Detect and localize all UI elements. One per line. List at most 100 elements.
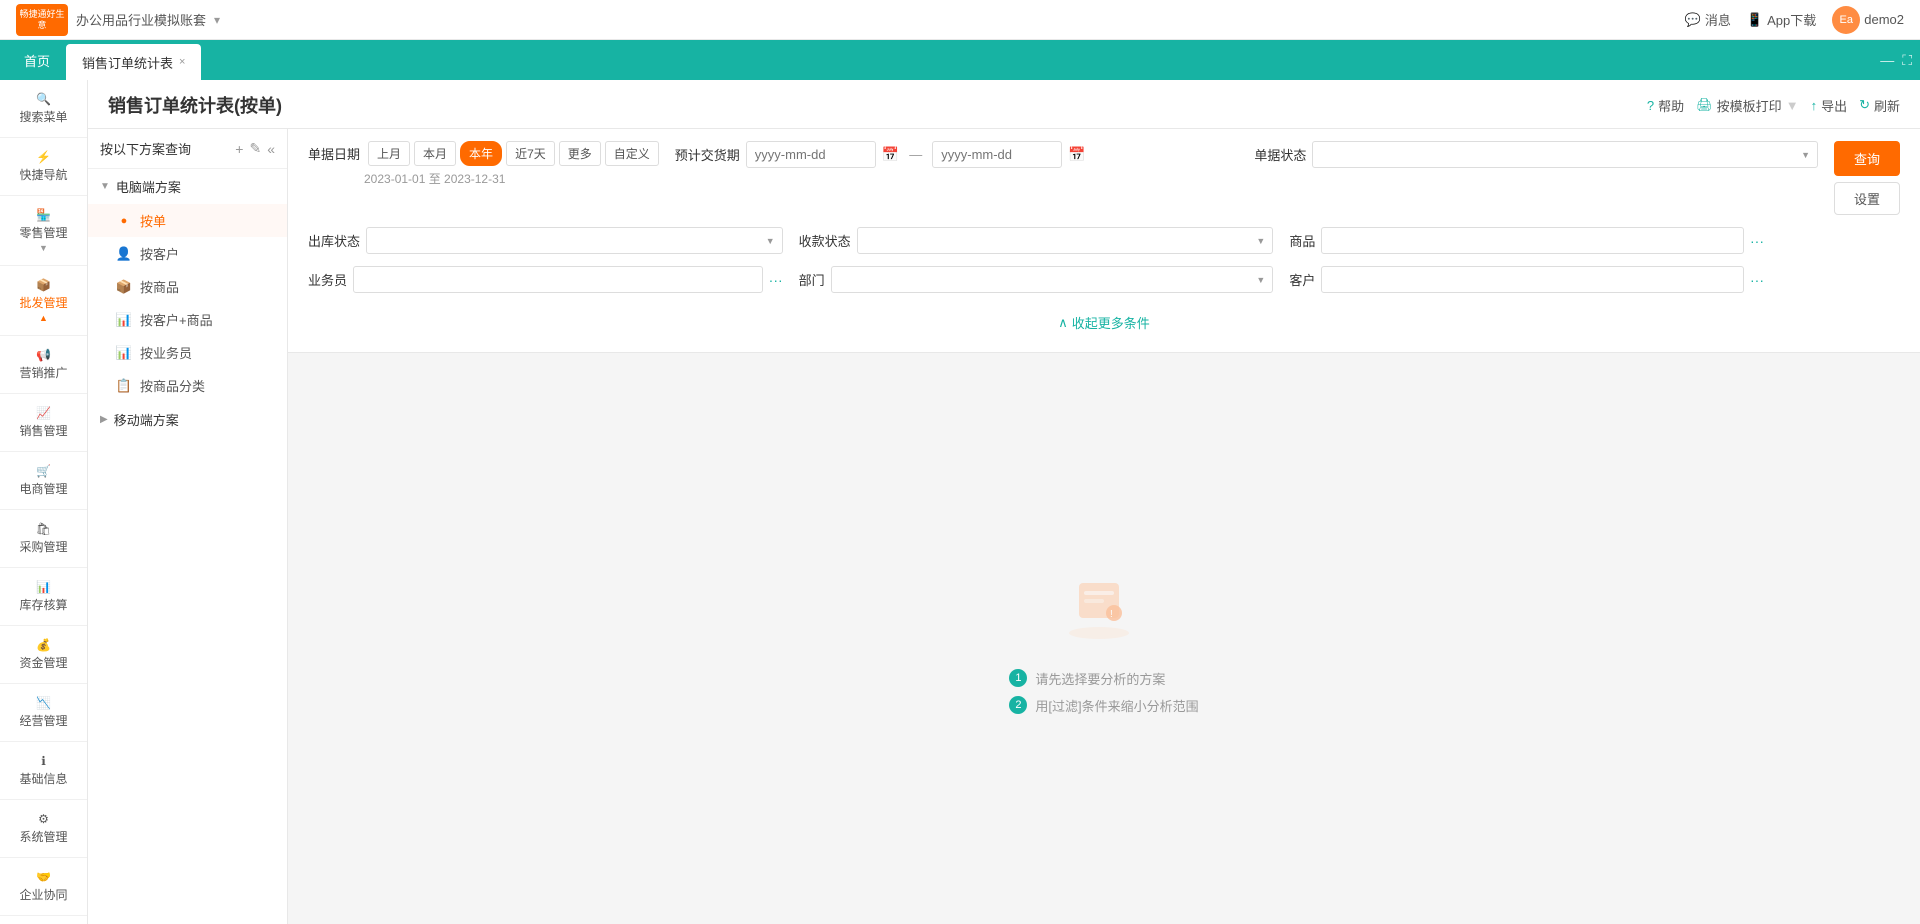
salesman-input[interactable]: [353, 266, 763, 293]
status-select[interactable]: [1312, 141, 1818, 168]
customer-input[interactable]: [1321, 266, 1744, 293]
page-header: 销售订单统计表(按单) ? 帮助 🖨 按模板打印 ▼ ↑ 导出: [88, 80, 1920, 129]
status-filter-group: 单据状态: [1254, 141, 1818, 168]
logo: 畅捷通好生意: [16, 4, 68, 36]
sidebar-item-search[interactable]: 🔍 搜索菜单: [0, 80, 87, 138]
tab-home[interactable]: 首页: [8, 40, 66, 80]
empty-tip-2: 2 用[过滤]条件来缩小分析范围: [1009, 696, 1198, 715]
by-order-icon: ●: [116, 213, 132, 229]
date-calendar-icon2[interactable]: 📅: [1068, 146, 1085, 163]
pay-status-group: 收款状态: [799, 227, 1274, 254]
expected-date-start[interactable]: [746, 141, 876, 168]
scheme-item-by-salesman[interactable]: 📊 按业务员: [88, 336, 287, 369]
sales-icon: 📈: [36, 406, 51, 420]
edit-scheme-icon[interactable]: ✎: [249, 140, 261, 157]
salesman-more-icon[interactable]: ···: [769, 272, 783, 288]
scheme-group-mobile-header[interactable]: ▶ 移动端方案: [88, 402, 287, 437]
app-icon: 📱: [1747, 12, 1763, 28]
empty-tips: 1 请先选择要分析的方案 2 用[过滤]条件来缩小分析范围: [1009, 669, 1198, 715]
collapse-button[interactable]: ∧ 收起更多条件: [1050, 305, 1158, 340]
scheme-item-by-customer-goods[interactable]: 📊 按客户+商品: [88, 303, 287, 336]
sidebar-item-finance[interactable]: 💰 资金管理: [0, 626, 87, 684]
sidebar-item-operations[interactable]: 📉 经营管理: [0, 684, 87, 742]
goods-more-icon[interactable]: ···: [1750, 233, 1764, 249]
tabbar-right: — ⛶: [1880, 52, 1920, 69]
collapse-panel-icon[interactable]: «: [267, 141, 275, 157]
date-btn-more[interactable]: 更多: [559, 141, 601, 166]
by-customer-goods-icon: 📊: [116, 312, 132, 328]
scheme-item-by-customer[interactable]: 👤 按客户: [88, 237, 287, 270]
date-calendar-icon1[interactable]: 📅: [882, 146, 899, 163]
date-range-display: 2023-01-01 至 2023-12-31: [308, 170, 659, 187]
page-title: 销售订单统计表(按单): [108, 92, 282, 118]
sidebar-item-ecommerce[interactable]: 🛒 电商管理: [0, 452, 87, 510]
pay-status-select-wrap: [857, 227, 1274, 254]
topbar-dropdown-icon[interactable]: ▾: [214, 13, 220, 27]
scheme-item-by-goods-category[interactable]: 📋 按商品分类: [88, 369, 287, 402]
pay-status-select[interactable]: [857, 227, 1274, 254]
sidebar-item-inventory[interactable]: 📊 库存核算: [0, 568, 87, 626]
by-goods-category-icon: 📋: [116, 378, 132, 394]
out-status-label: 出库状态: [308, 231, 360, 250]
tab-close-icon[interactable]: ×: [179, 56, 185, 68]
sidebar-item-sales[interactable]: 📈 销售管理: [0, 394, 87, 452]
user-menu[interactable]: Ea demo2: [1832, 6, 1904, 34]
sidebar-item-retail[interactable]: 🏪 零售管理 ▼: [0, 196, 87, 266]
refresh-button[interactable]: ↻ 刷新: [1859, 96, 1900, 115]
filter-row-3: 业务员 ··· 部门: [308, 266, 1900, 293]
finance-icon: 💰: [36, 638, 51, 652]
sidebar-item-wholesale[interactable]: 📦 批发管理 ▲: [0, 266, 87, 336]
search-icon: 🔍: [36, 92, 51, 106]
content-area: 销售订单统计表(按单) ? 帮助 🖨 按模板打印 ▼ ↑ 导出: [88, 80, 1920, 924]
sidebar-item-corp-collab[interactable]: 🤝 企业协同: [0, 858, 87, 916]
scheme-group-pc: ▼ 电脑端方案 ● 按单 👤 按客户 📦 按商品: [88, 169, 287, 402]
quicknav-icon: ⚡: [36, 150, 51, 164]
date-btn-this-year[interactable]: 本年: [460, 141, 502, 166]
add-scheme-icon[interactable]: +: [235, 141, 243, 157]
out-status-select-wrap: [366, 227, 783, 254]
app-download-button[interactable]: 📱 App下载: [1747, 10, 1816, 29]
goods-input[interactable]: [1321, 227, 1744, 254]
dept-select[interactable]: [831, 266, 1274, 293]
tabbar-maximize-icon[interactable]: ⛶: [1902, 52, 1912, 69]
sidebar-item-basic-info[interactable]: ℹ 基础信息: [0, 742, 87, 800]
tab-sales-order-stats[interactable]: 销售订单统计表 ×: [66, 44, 201, 80]
customer-more-icon[interactable]: ···: [1750, 272, 1764, 288]
sidebar-item-purchase[interactable]: 🛍 采购管理: [0, 510, 87, 568]
collapse-icon: ∧: [1058, 315, 1068, 331]
scheme-item-by-goods[interactable]: 📦 按商品: [88, 270, 287, 303]
marketing-icon: 📢: [36, 348, 51, 362]
query-button[interactable]: 查询: [1834, 141, 1900, 176]
empty-tip-1: 1 请先选择要分析的方案: [1009, 669, 1198, 688]
dept-filter-group: 部门: [799, 266, 1274, 293]
sidebar-item-marketing[interactable]: 📢 营销推广: [0, 336, 87, 394]
topbar-title: 办公用品行业模拟账套: [76, 10, 206, 29]
date-btn-last-month[interactable]: 上月: [368, 141, 410, 166]
status-label: 单据状态: [1254, 145, 1306, 164]
message-button[interactable]: 💬 消息: [1685, 10, 1731, 29]
date-btn-custom[interactable]: 自定义: [605, 141, 659, 166]
expected-date-end[interactable]: [932, 141, 1062, 168]
tabbar-minimize-icon[interactable]: —: [1880, 52, 1894, 68]
sidebar-item-quicknav[interactable]: ⚡ 快捷导航: [0, 138, 87, 196]
export-button[interactable]: ↑ 导出: [1811, 96, 1848, 115]
scheme-item-by-order[interactable]: ● 按单: [88, 204, 287, 237]
print-icon: 🖨: [1696, 97, 1713, 113]
page-actions: ? 帮助 🖨 按模板打印 ▼ ↑ 导出 ↻ 刷新: [1647, 96, 1900, 115]
out-status-group: 出库状态: [308, 227, 783, 254]
by-salesman-icon: 📊: [116, 345, 132, 361]
left-panel-header: 按以下方案查询 + ✎ «: [88, 129, 287, 169]
scheme-group-pc-header[interactable]: ▼ 电脑端方案: [88, 169, 287, 204]
sidebar-item-newbie[interactable]: 🎯 新手引导: [0, 916, 87, 924]
help-button[interactable]: ? 帮助: [1647, 96, 1684, 115]
corp-collab-icon: 🤝: [36, 870, 51, 884]
date-btn-last7days[interactable]: 近7天: [506, 141, 555, 166]
help-icon: ?: [1647, 98, 1654, 113]
out-status-select[interactable]: [366, 227, 783, 254]
sidebar-item-system[interactable]: ⚙ 系统管理: [0, 800, 87, 858]
settings-button[interactable]: 设置: [1834, 182, 1900, 215]
print-button[interactable]: 🖨 按模板打印 ▼: [1696, 96, 1798, 115]
salesman-filter-group: 业务员 ···: [308, 266, 783, 293]
inventory-icon: 📊: [36, 580, 51, 594]
date-btn-this-month[interactable]: 本月: [414, 141, 456, 166]
